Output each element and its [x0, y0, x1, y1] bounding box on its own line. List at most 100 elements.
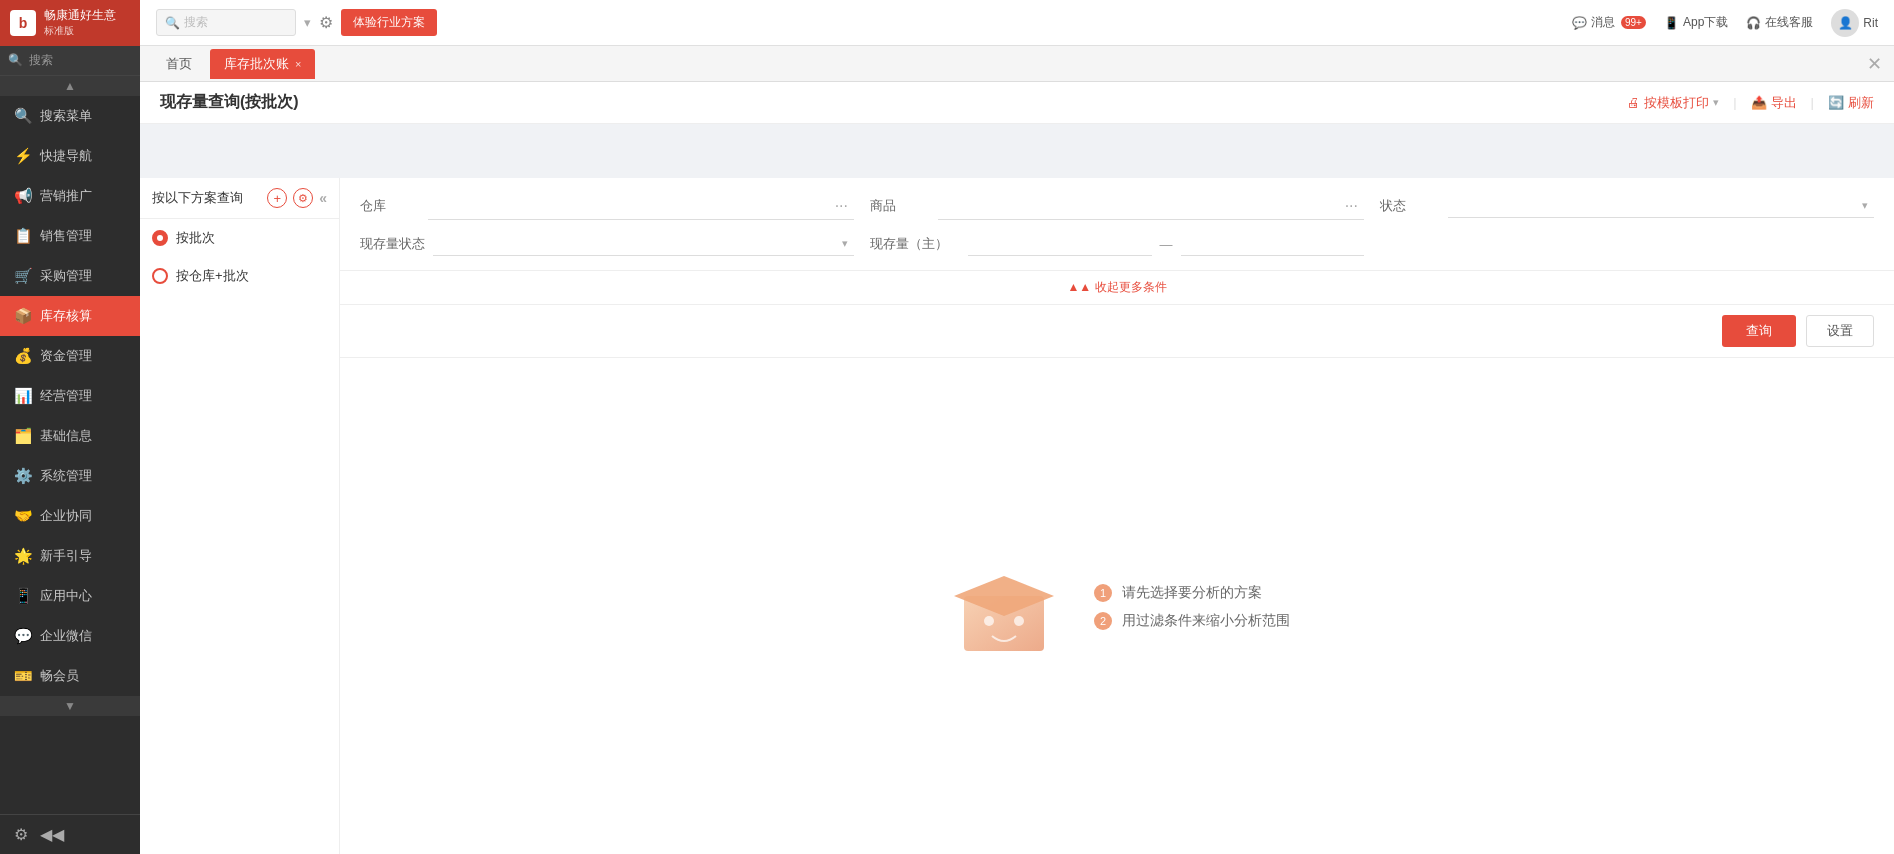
empty-state: 1 请先选择要分析的方案 2 用过滤条件来缩小分析范围 [340, 358, 1894, 854]
product-dots[interactable]: ··· [1345, 197, 1358, 215]
tab-home[interactable]: 首页 [152, 49, 206, 79]
tabbar: 首页 库存批次账 × ✕ [140, 46, 1894, 82]
collapse-sidebar-icon[interactable]: ◀◀ [40, 825, 64, 844]
sidebar-item-新手引导[interactable]: 🌟 新手引导 [0, 536, 140, 576]
settings-icon[interactable]: ⚙ [14, 825, 28, 844]
user-name: Rit [1863, 16, 1878, 30]
nav-icon-12: 📱 [14, 587, 32, 605]
inventory-status-select[interactable] [439, 236, 842, 251]
status-select[interactable] [1454, 198, 1862, 213]
nav-label-2: 营销推广 [40, 187, 92, 205]
user-menu-item[interactable]: 👤 Rit [1831, 9, 1878, 37]
scheme-panel: 按以下方案查询 + ⚙ « 按批次 按仓库+批次 [140, 178, 340, 854]
top-search-bar[interactable]: 🔍 搜索 [156, 9, 296, 36]
scheme-collapse-btn[interactable]: « [319, 190, 327, 206]
app-download-item[interactable]: 📱 App下载 [1664, 14, 1728, 31]
collapse-label: 收起更多条件 [1095, 280, 1167, 294]
sidebar-item-系统管理[interactable]: ⚙️ 系统管理 [0, 456, 140, 496]
nav-icon-1: ⚡ [14, 147, 32, 165]
sidebar-item-企业协同[interactable]: 🤝 企业协同 [0, 496, 140, 536]
page-title: 现存量查询(按批次) [160, 92, 299, 113]
online-support-item[interactable]: 🎧 在线客服 [1746, 14, 1813, 31]
product-input[interactable] [944, 194, 1345, 217]
experience-btn[interactable]: 体验行业方案 [341, 9, 437, 36]
tab-inventory-batch[interactable]: 库存批次账 × [210, 49, 315, 79]
topbar-settings-icon[interactable]: ⚙ [319, 13, 333, 32]
scheme-add-btn[interactable]: + [267, 188, 287, 208]
nav-label-9: 系统管理 [40, 467, 92, 485]
tab-close-icon[interactable]: × [295, 58, 301, 70]
inventory-qty-field: 现存量（主） — [870, 232, 1364, 256]
sidebar-item-畅会员[interactable]: 🎫 畅会员 [0, 656, 140, 696]
topbar-dropdown-icon[interactable]: ▾ [304, 15, 311, 30]
svg-point-2 [984, 616, 994, 626]
tip-1: 1 请先选择要分析的方案 [1094, 578, 1290, 606]
scheme-item-1[interactable]: 按仓库+批次 [140, 257, 339, 295]
sidebar-search-bar[interactable]: 🔍 搜索 [0, 46, 140, 76]
query-btn[interactable]: 查询 [1722, 315, 1796, 347]
inventory-qty-max[interactable] [1181, 232, 1365, 256]
sidebar-item-销售管理[interactable]: 📋 销售管理 [0, 216, 140, 256]
scroll-down-btn[interactable]: ▼ [0, 696, 140, 716]
main-area: 🔍 搜索 ▾ ⚙ 体验行业方案 💬 消息 99+ 📱 App下载 🎧 在线客服 [140, 0, 1894, 854]
sidebar-item-采购管理[interactable]: 🛒 采购管理 [0, 256, 140, 296]
filter-row-2: 现存量状态 ▾ 现存量（主） [360, 232, 1874, 256]
filter-row-1: 仓库 ··· 商品 ··· [360, 192, 1874, 220]
nav-label-4: 采购管理 [40, 267, 92, 285]
refresh-icon: 🔄 [1828, 95, 1844, 110]
scheme-radio-1 [152, 268, 168, 284]
warehouse-input[interactable] [434, 194, 835, 217]
right-panel: 仓库 ··· 商品 ··· [340, 178, 1894, 854]
collapse-icon: ▲▲ [1067, 280, 1091, 294]
scheme-settings-icon: ⚙ [298, 192, 308, 205]
export-btn[interactable]: 📤 导出 [1751, 94, 1797, 112]
range-dash: — [1160, 237, 1173, 252]
refresh-btn[interactable]: 🔄 刷新 [1828, 94, 1874, 112]
warehouse-input-wrapper[interactable]: ··· [428, 192, 854, 220]
messages-icon: 💬 [1572, 16, 1587, 30]
sidebar-item-基础信息[interactable]: 🗂️ 基础信息 [0, 416, 140, 456]
content-wrapper: 现存量查询(按批次) 🖨 按模板打印 ▾ | 📤 导出 | 🔄 [140, 82, 1894, 124]
inventory-status-select-wrapper[interactable]: ▾ [433, 232, 854, 256]
online-support-icon: 🎧 [1746, 16, 1761, 30]
topbar-right: 💬 消息 99+ 📱 App下载 🎧 在线客服 👤 Rit [1572, 9, 1878, 37]
sidebar-item-快捷导航[interactable]: ⚡ 快捷导航 [0, 136, 140, 176]
tab-close-all-icon[interactable]: ✕ [1867, 53, 1882, 75]
scroll-up-btn[interactable]: ▲ [0, 76, 140, 96]
sidebar-item-营销推广[interactable]: 📢 营销推广 [0, 176, 140, 216]
sidebar-item-资金管理[interactable]: 💰 资金管理 [0, 336, 140, 376]
sidebar-item-经营管理[interactable]: 📊 经营管理 [0, 376, 140, 416]
export-icon: 📤 [1751, 95, 1767, 110]
inventory-qty-label: 现存量（主） [870, 235, 960, 253]
print-icon: 🖨 [1627, 95, 1640, 110]
sidebar-item-应用中心[interactable]: 📱 应用中心 [0, 576, 140, 616]
scheme-items-list: 按批次 按仓库+批次 [140, 219, 339, 295]
print-dropdown-icon[interactable]: ▾ [1713, 96, 1719, 109]
tab-home-label: 首页 [166, 55, 192, 73]
app-version: 标准版 [44, 24, 116, 38]
collapse-bar[interactable]: ▲▲ 收起更多条件 [340, 271, 1894, 305]
scheme-settings-btn[interactable]: ⚙ [293, 188, 313, 208]
sidebar-item-库存核算[interactable]: 📦 库存核算 [0, 296, 140, 336]
status-select-wrapper[interactable]: ▾ [1448, 194, 1874, 218]
settings-btn[interactable]: 设置 [1806, 315, 1874, 347]
scheme-radio-0 [152, 230, 168, 246]
status-field: 状态 ▾ [1380, 194, 1874, 218]
content-area: 现存量查询(按批次) 🖨 按模板打印 ▾ | 📤 导出 | 🔄 [140, 82, 1894, 854]
user-avatar: 👤 [1831, 9, 1859, 37]
nav-icon-10: 🤝 [14, 507, 32, 525]
print-btn[interactable]: 🖨 按模板打印 ▾ [1627, 94, 1719, 112]
inventory-qty-range: — [968, 232, 1364, 256]
divider1: | [1733, 95, 1736, 110]
top-search-placeholder: 搜索 [184, 14, 208, 31]
svg-point-3 [1014, 616, 1024, 626]
nav-icon-9: ⚙️ [14, 467, 32, 485]
sidebar-item-企业微信[interactable]: 💬 企业微信 [0, 616, 140, 656]
scheme-item-0[interactable]: 按批次 [140, 219, 339, 257]
product-input-wrapper[interactable]: ··· [938, 192, 1364, 220]
sidebar-bottom: ⚙ ◀◀ [0, 814, 140, 854]
messages-item[interactable]: 💬 消息 99+ [1572, 14, 1646, 31]
sidebar-item-搜索菜单[interactable]: 🔍 搜索菜单 [0, 96, 140, 136]
inventory-qty-min[interactable] [968, 232, 1152, 256]
warehouse-dots[interactable]: ··· [835, 197, 848, 215]
